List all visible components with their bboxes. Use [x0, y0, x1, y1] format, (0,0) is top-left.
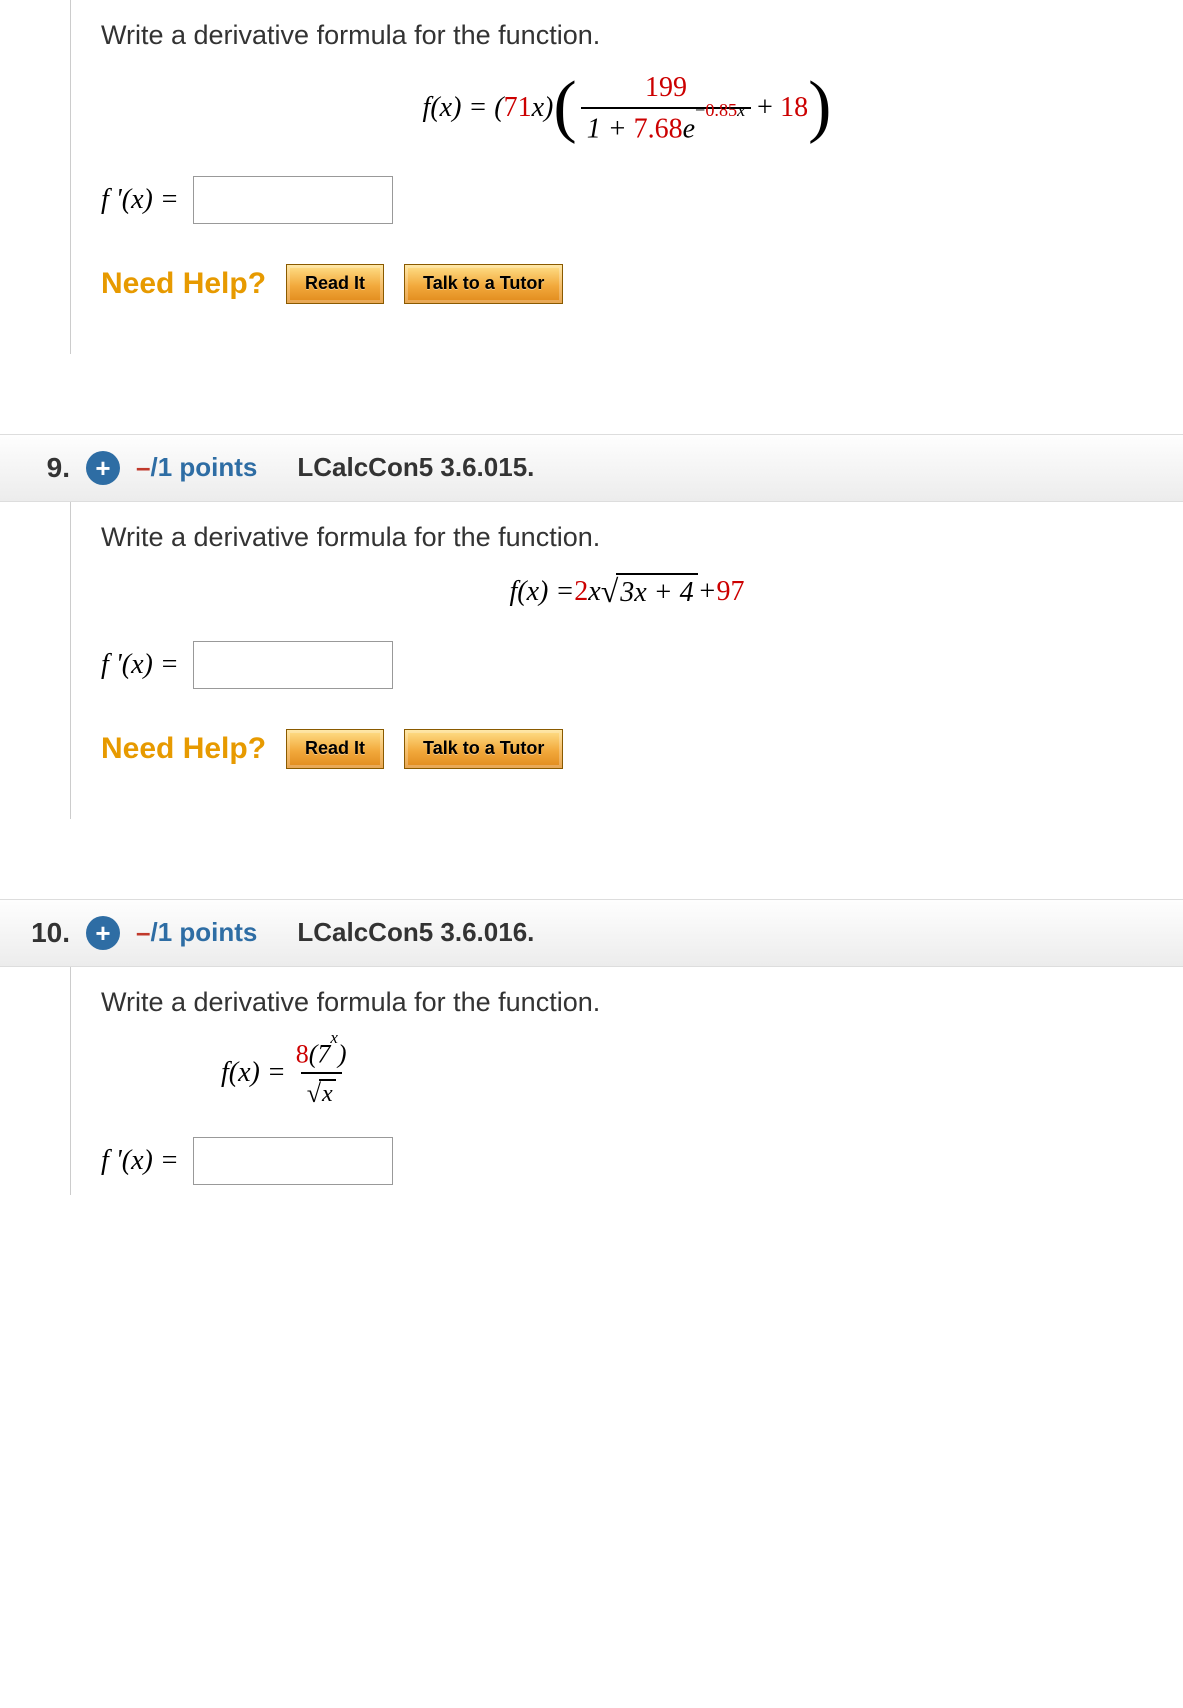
answer-label: f '(x) =: [101, 649, 179, 681]
help-row: Need Help? Read It Talk to a Tutor: [101, 264, 1153, 304]
formula-row: f(x) = 2 x √ 3x + 4 + 97: [101, 573, 1153, 611]
answer-input[interactable]: [193, 1137, 393, 1185]
right-paren-icon: ): [808, 75, 831, 138]
question-9-header: 9. + –/1 points LCalcCon5 3.6.015.: [0, 434, 1183, 502]
question-ref: LCalcCon5 3.6.016.: [297, 917, 534, 948]
question-prompt: Write a derivative formula for the funct…: [101, 20, 1153, 51]
den-a: 7.68: [634, 113, 683, 144]
radical-icon: √: [601, 575, 619, 607]
formula: f(x) = ( 71 x) ( 199 1 + 7.68e−0.85x + 1…: [423, 71, 832, 146]
answer-row: f '(x) =: [101, 1137, 1153, 1185]
num-exp: x: [330, 1028, 338, 1047]
num-paren: (7: [309, 1040, 331, 1069]
question-prompt: Write a derivative formula for the funct…: [101, 522, 1153, 553]
answer-label: f '(x) =: [101, 184, 179, 216]
radical-icon: √: [307, 1081, 321, 1107]
question-10-header: 10. + –/1 points LCalcCon5 3.6.016.: [0, 899, 1183, 967]
formula: f(x) = 8(7 x) √ x: [221, 1038, 357, 1107]
read-it-button[interactable]: Read It: [286, 729, 384, 769]
question-number: 9.: [18, 452, 70, 484]
help-row: Need Help? Read It Talk to a Tutor: [101, 729, 1153, 769]
need-help-label: Need Help?: [101, 732, 266, 766]
question-number: 10.: [18, 917, 70, 949]
frac-num: 199: [645, 72, 687, 103]
formula-lhs: f(x) =: [221, 1057, 286, 1089]
num-close: ): [338, 1040, 347, 1069]
answer-label: f '(x) =: [101, 1145, 179, 1177]
answer-input[interactable]: [193, 176, 393, 224]
radicand: 3x + 4: [616, 573, 697, 611]
sqrt: √ 3x + 4: [601, 573, 698, 611]
den-pre: 1 +: [587, 113, 634, 144]
need-help-label: Need Help?: [101, 267, 266, 301]
question-9-body: Write a derivative formula for the funct…: [70, 502, 1183, 819]
coef: 2: [574, 576, 588, 608]
points-label[interactable]: –/1 points: [136, 917, 257, 948]
formula-lhs: f(x) =: [510, 576, 575, 608]
radicand: x: [319, 1079, 336, 1107]
after-coef: x): [532, 92, 554, 124]
question-ref: LCalcCon5 3.6.015.: [297, 452, 534, 483]
formula-lhs: f(x) = (: [423, 92, 504, 124]
left-paren-icon: (: [553, 75, 576, 138]
fraction: 199 1 + 7.68e−0.85x: [581, 71, 752, 146]
answer-input[interactable]: [193, 641, 393, 689]
const: 18: [780, 92, 808, 124]
talk-to-tutor-button[interactable]: Talk to a Tutor: [404, 729, 563, 769]
question-10-body: Write a derivative formula for the funct…: [70, 967, 1183, 1195]
question-8-body: Write a derivative formula for the funct…: [70, 0, 1183, 354]
plus: +: [698, 576, 717, 608]
answer-row: f '(x) =: [101, 641, 1153, 689]
num-a: 8: [296, 1040, 309, 1069]
den-mid: e: [683, 113, 695, 144]
plus: +: [755, 92, 774, 124]
const: 97: [716, 576, 744, 608]
fraction: 8(7 x) √ x: [290, 1038, 353, 1107]
talk-to-tutor-button[interactable]: Talk to a Tutor: [404, 264, 563, 304]
points-label[interactable]: –/1 points: [136, 452, 257, 483]
expand-icon[interactable]: +: [86, 451, 120, 485]
answer-row: f '(x) =: [101, 176, 1153, 224]
formula-row: f(x) = ( 71 x) ( 199 1 + 7.68e−0.85x + 1…: [101, 71, 1153, 146]
formula-row: f(x) = 8(7 x) √ x: [101, 1038, 1153, 1107]
question-prompt: Write a derivative formula for the funct…: [101, 987, 1153, 1018]
read-it-button[interactable]: Read It: [286, 264, 384, 304]
after-coef: x: [588, 576, 600, 608]
sqrt: √ x: [307, 1079, 336, 1107]
formula: f(x) = 2 x √ 3x + 4 + 97: [510, 573, 745, 611]
expand-icon[interactable]: +: [86, 916, 120, 950]
coef: 71: [504, 92, 532, 124]
